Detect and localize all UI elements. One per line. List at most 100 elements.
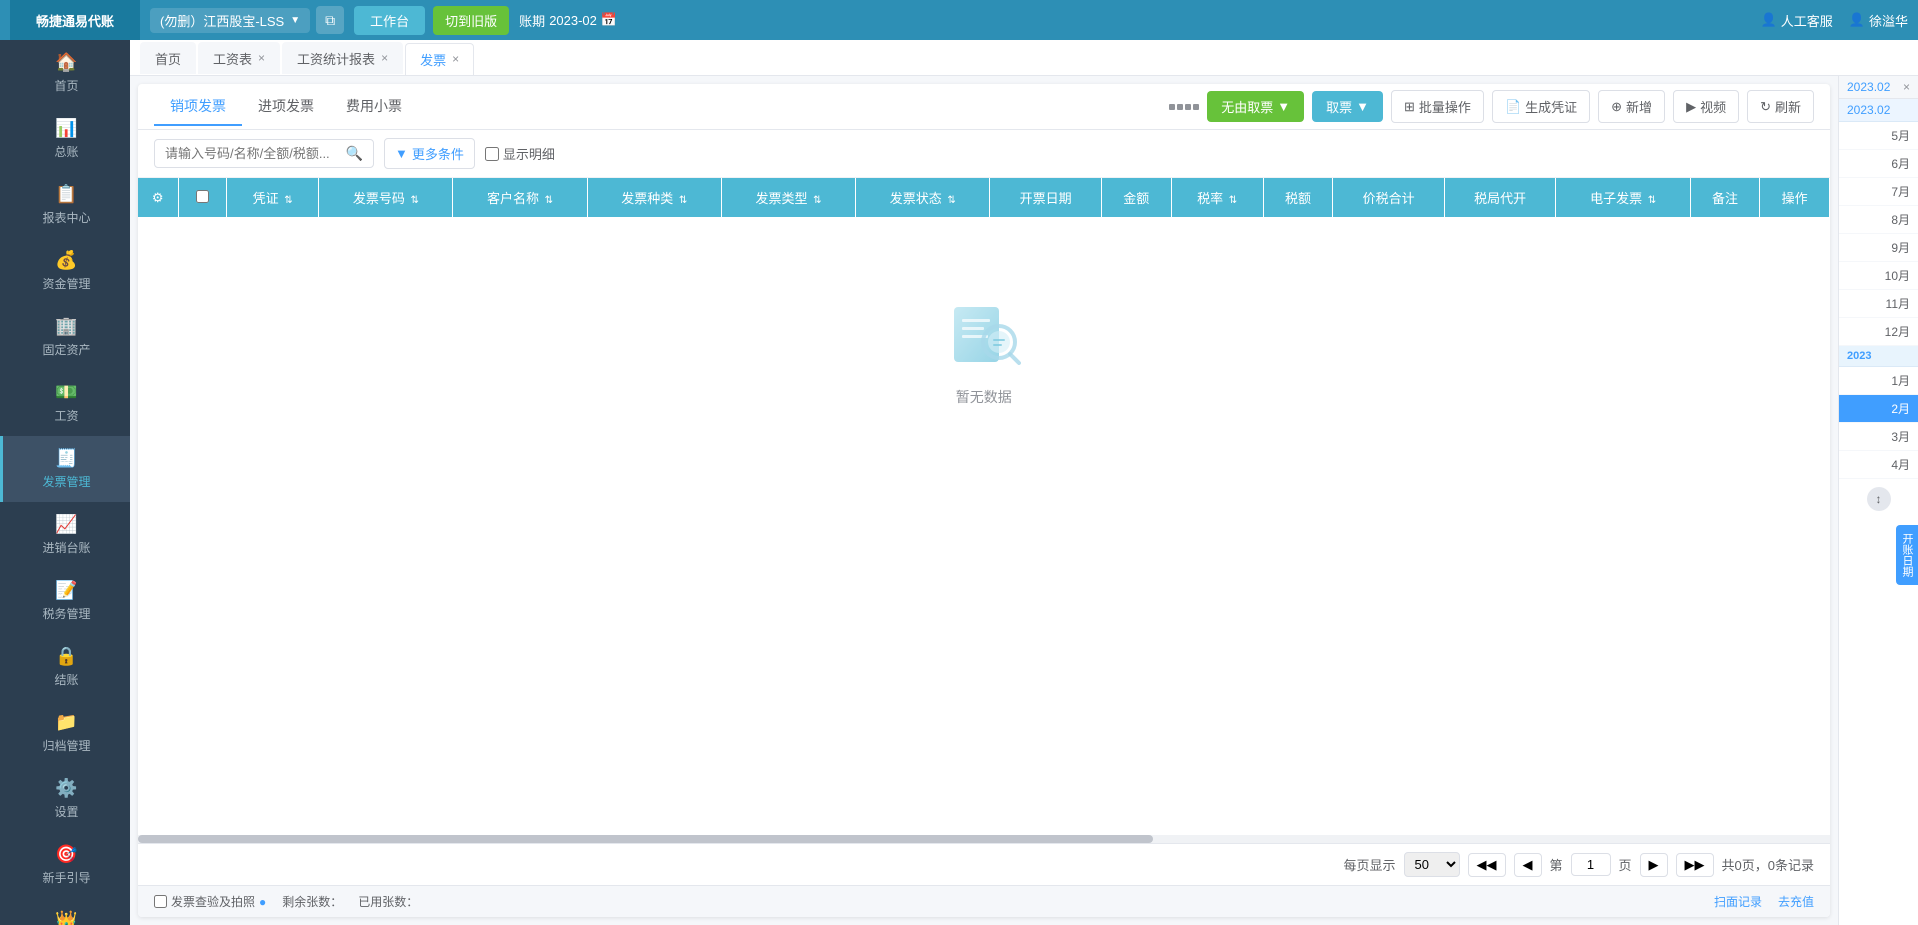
sidebar-item-settings[interactable]: ⚙️ 设置 bbox=[0, 766, 130, 832]
invoice-type-sort-icon[interactable]: ⇅ bbox=[679, 195, 687, 206]
company-name: (勿删）江西股宝-LSS bbox=[160, 11, 284, 30]
search-input[interactable] bbox=[165, 146, 340, 161]
sub-tab-purchase-invoice[interactable]: 进项发票 bbox=[242, 88, 330, 126]
tax-rate-sort-icon[interactable]: ⇅ bbox=[1229, 195, 1237, 206]
empty-state-row: 暂无数据 bbox=[138, 217, 1830, 487]
no-take-button[interactable]: 无由取票 ▼ bbox=[1207, 91, 1304, 122]
support-link[interactable]: 👤 人工客服 bbox=[1761, 11, 1833, 30]
date-item-2023-3[interactable]: 3月 bbox=[1839, 423, 1918, 451]
user-menu[interactable]: 👤 徐溢华 bbox=[1849, 11, 1908, 30]
company-selector[interactable]: (勿删）江西股宝-LSS ▼ bbox=[150, 8, 310, 33]
sidebar-item-salary[interactable]: 💵 工资 bbox=[0, 370, 130, 436]
sidebar-item-settle[interactable]: 🔒 结账 bbox=[0, 634, 130, 700]
date-item-9[interactable]: 9月 bbox=[1839, 234, 1918, 262]
col-checkbox[interactable] bbox=[178, 178, 227, 217]
sidebar-item-member[interactable]: 👑 畅会员 bbox=[0, 898, 130, 925]
take-button[interactable]: 取票 ▼ bbox=[1312, 91, 1383, 122]
date-item-6[interactable]: 6月 bbox=[1839, 150, 1918, 178]
page-size-select[interactable]: 50 100 200 bbox=[1404, 852, 1460, 877]
expand-panel-btn[interactable]: ↕ bbox=[1867, 487, 1891, 511]
sidebar-item-report[interactable]: 📋 报表中心 bbox=[0, 172, 130, 238]
sidebar-item-sales[interactable]: 📈 进销台账 bbox=[0, 502, 130, 568]
col-tax-rate[interactable]: 税率 ⇅ bbox=[1171, 178, 1263, 217]
open-date-btn[interactable]: 开账日期 bbox=[1896, 525, 1918, 585]
customer-sort-icon[interactable]: ⇅ bbox=[545, 195, 553, 206]
col-voucher[interactable]: 凭证 ⇅ bbox=[227, 178, 319, 217]
sub-tab-expense[interactable]: 费用小票 bbox=[330, 88, 418, 126]
page-input[interactable] bbox=[1571, 853, 1611, 876]
sidebar-item-home[interactable]: 🏠 首页 bbox=[0, 40, 130, 106]
last-page-btn[interactable]: ▶▶ bbox=[1676, 853, 1714, 877]
col-amount[interactable]: 金额 bbox=[1101, 178, 1171, 217]
sidebar-item-assets[interactable]: 🏢 固定资产 bbox=[0, 304, 130, 370]
scrollbar-thumb[interactable] bbox=[138, 835, 1153, 843]
workspace-button[interactable]: 工作台 bbox=[354, 6, 425, 35]
copy-button[interactable]: ⧉ bbox=[316, 6, 344, 34]
col-e-invoice[interactable]: 电子发票 ⇅ bbox=[1556, 178, 1690, 217]
date-item-2023-2[interactable]: 2月 bbox=[1839, 395, 1918, 423]
generate-voucher-button[interactable]: 📄 生成凭证 bbox=[1492, 90, 1590, 123]
tab-home[interactable]: 首页 bbox=[140, 42, 196, 74]
more-filter-button[interactable]: ▼ 更多条件 bbox=[384, 138, 475, 169]
next-page-btn[interactable]: ▶ bbox=[1640, 853, 1668, 877]
recharge-link[interactable]: 去充值 bbox=[1778, 893, 1814, 910]
invoice-cat-sort-icon[interactable]: ⇅ bbox=[813, 195, 821, 206]
col-remark[interactable]: 备注 bbox=[1690, 178, 1760, 217]
sidebar-item-guide[interactable]: 🎯 新手引导 bbox=[0, 832, 130, 898]
sidebar-item-invoice[interactable]: 🧾 发票管理 bbox=[0, 436, 130, 502]
prev-page-btn[interactable]: ◀ bbox=[1514, 853, 1542, 877]
no-take-label: 无由取票 bbox=[1221, 97, 1273, 116]
date-panel-close-icon[interactable]: × bbox=[1903, 80, 1910, 94]
date-item-7[interactable]: 7月 bbox=[1839, 178, 1918, 206]
col-tax-total[interactable]: 价税合计 bbox=[1333, 178, 1445, 217]
date-item-10[interactable]: 10月 bbox=[1839, 262, 1918, 290]
col-customer[interactable]: 客户名称 ⇅ bbox=[453, 178, 587, 217]
tab-salary-stats-close[interactable]: × bbox=[381, 51, 388, 65]
switch-version-button[interactable]: 切到旧版 bbox=[433, 6, 509, 35]
sidebar-item-archive[interactable]: 📁 归档管理 bbox=[0, 700, 130, 766]
invoice-no-sort-icon[interactable]: ⇅ bbox=[410, 195, 418, 206]
e-invoice-sort-icon[interactable]: ⇅ bbox=[1648, 195, 1656, 206]
date-item-11[interactable]: 11月 bbox=[1839, 290, 1918, 318]
col-action[interactable]: 操作 bbox=[1760, 178, 1830, 217]
col-invoice-status[interactable]: 发票状态 ⇅ bbox=[856, 178, 990, 217]
tab-salary[interactable]: 工资表 × bbox=[198, 42, 280, 74]
invoice-status-sort-icon[interactable]: ⇅ bbox=[947, 195, 955, 206]
sidebar-item-ledger[interactable]: 📊 总账 bbox=[0, 106, 130, 172]
display-detail-checkbox[interactable]: 显示明细 bbox=[485, 144, 555, 163]
tab-salary-stats[interactable]: 工资统计报表 × bbox=[282, 42, 403, 74]
grid-view-icon[interactable] bbox=[1169, 104, 1199, 110]
select-all-checkbox[interactable] bbox=[196, 190, 209, 203]
col-invoice-type[interactable]: 发票种类 ⇅ bbox=[587, 178, 721, 217]
scan-record-link[interactable]: 扫面记录 bbox=[1714, 893, 1762, 910]
date-item-12[interactable]: 12月 bbox=[1839, 318, 1918, 346]
sidebar-item-tax[interactable]: 📝 税务管理 bbox=[0, 568, 130, 634]
sub-tab-sales-invoice[interactable]: 销项发票 bbox=[154, 88, 242, 126]
sidebar-item-finance[interactable]: 💰 资金管理 bbox=[0, 238, 130, 304]
invoice-check-checkbox[interactable] bbox=[154, 895, 167, 908]
horizontal-scrollbar[interactable] bbox=[138, 835, 1830, 843]
tab-invoice-close[interactable]: × bbox=[452, 52, 459, 66]
tab-salary-close[interactable]: × bbox=[258, 51, 265, 65]
col-tax-amount[interactable]: 税额 bbox=[1263, 178, 1333, 217]
date-item-5[interactable]: 5月 bbox=[1839, 122, 1918, 150]
tab-invoice[interactable]: 发票 × bbox=[405, 43, 474, 75]
col-settings[interactable]: ⚙ bbox=[138, 178, 178, 217]
date-item-2023-4[interactable]: 4月 bbox=[1839, 451, 1918, 479]
video-button[interactable]: ▶ 视频 bbox=[1673, 90, 1739, 123]
invoice-check-label[interactable]: 发票查验及拍照 ● bbox=[154, 893, 266, 910]
date-item-2023-1[interactable]: 1月 bbox=[1839, 367, 1918, 395]
refresh-button[interactable]: ↻ 刷新 bbox=[1747, 90, 1814, 123]
new-button[interactable]: ⊕ 新增 bbox=[1598, 90, 1665, 123]
date-item-8[interactable]: 8月 bbox=[1839, 206, 1918, 234]
first-page-btn[interactable]: ◀◀ bbox=[1468, 853, 1506, 877]
col-invoice-no[interactable]: 发票号码 ⇅ bbox=[319, 178, 453, 217]
batch-op-button[interactable]: ⊞ 批量操作 bbox=[1391, 90, 1484, 123]
detail-checkbox-input[interactable] bbox=[485, 147, 499, 161]
col-invoice-cat[interactable]: 发票类型 ⇅ bbox=[721, 178, 855, 217]
col-open-date[interactable]: 开票日期 bbox=[990, 178, 1102, 217]
col-tax-code[interactable]: 税局代开 bbox=[1444, 178, 1556, 217]
search-icon[interactable]: 🔍 bbox=[346, 145, 363, 162]
voucher-sort-icon[interactable]: ⇅ bbox=[284, 195, 292, 206]
top-header: 畅捷通易代账 (勿删）江西股宝-LSS ▼ ⧉ 工作台 切到旧版 账期 2023… bbox=[0, 0, 1918, 40]
